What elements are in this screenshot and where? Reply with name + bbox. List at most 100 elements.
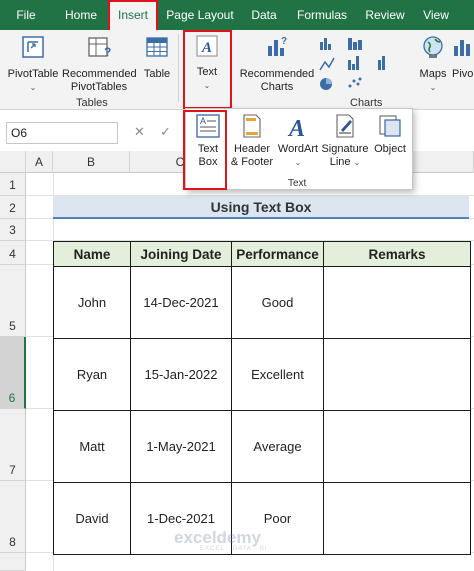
watermark-logo: exceldemy EXCEL · DATA · BI bbox=[174, 528, 268, 552]
tables-group-label: Tables bbox=[76, 97, 108, 109]
pivotchart-icon bbox=[378, 56, 385, 70]
recommended-charts-button[interactable]: ? Recommended Charts bbox=[238, 34, 316, 94]
tab-view[interactable]: View bbox=[418, 0, 454, 30]
line-chart-icon bbox=[319, 57, 335, 71]
text-group-label: Text bbox=[288, 178, 307, 189]
table-row: Matt 1-May-2021 Average bbox=[53, 410, 471, 483]
sheet-title[interactable]: Using Text Box bbox=[53, 196, 469, 219]
header-name[interactable]: Name bbox=[53, 241, 131, 267]
object-icon bbox=[379, 115, 401, 137]
table-row: John 14-Dec-2021 Good bbox=[53, 266, 471, 339]
scatter-chart-icon bbox=[348, 77, 362, 88]
cancel-icon[interactable]: ✕ bbox=[134, 124, 145, 140]
table-header-row: Name Joining Date Performance Remarks bbox=[53, 241, 471, 267]
enter-icon[interactable]: ✓ bbox=[160, 124, 171, 140]
svg-text:?: ? bbox=[281, 36, 287, 47]
row-header-5[interactable]: 5 bbox=[0, 265, 26, 337]
tab-home[interactable]: Home bbox=[56, 0, 106, 30]
recommended-charts-label-2: Charts bbox=[260, 81, 294, 93]
pivottable-button[interactable]: PivotTable ⌄ bbox=[6, 34, 60, 94]
ribbon-tab-bar: File Home Insert Page Layout Data Formul… bbox=[0, 0, 474, 32]
cell-remarks[interactable] bbox=[323, 338, 471, 411]
cell-name[interactable]: John bbox=[53, 266, 131, 339]
text-box-highlight bbox=[183, 110, 227, 190]
watermark-tagline: EXCEL · DATA · BI bbox=[200, 546, 268, 552]
recommended-pivottables-button[interactable]: ? Recommended PivotTables bbox=[62, 34, 137, 94]
tab-formulas[interactable]: Formulas bbox=[292, 0, 352, 30]
cell-joining-date[interactable]: 15-Jan-2022 bbox=[130, 338, 232, 411]
pivottable-label: PivotTable bbox=[7, 68, 59, 80]
cell-name[interactable]: Matt bbox=[53, 410, 131, 483]
chart-type-icons[interactable] bbox=[318, 34, 412, 94]
text-button-highlight bbox=[183, 30, 232, 109]
chevron-down-icon: ⌄ bbox=[29, 83, 37, 92]
data-table: Name Joining Date Performance Remarks Jo… bbox=[53, 241, 471, 555]
maps-button[interactable]: Maps ⌄ bbox=[416, 34, 450, 94]
select-all-corner[interactable] bbox=[0, 151, 26, 173]
object-button[interactable]: Object bbox=[370, 113, 410, 156]
ribbon-separator bbox=[178, 34, 179, 102]
cell-joining-date[interactable]: 14-Dec-2021 bbox=[130, 266, 232, 339]
column-header-b[interactable]: B bbox=[53, 151, 130, 173]
recommended-pivottables-label-2: PivotTables bbox=[70, 81, 128, 93]
tab-review[interactable]: Review bbox=[362, 0, 408, 30]
cell-joining-date[interactable]: 1-May-2021 bbox=[130, 410, 232, 483]
cell-remarks[interactable] bbox=[323, 410, 471, 483]
watermark-brand: exceldemy bbox=[174, 528, 261, 547]
header-performance[interactable]: Performance bbox=[231, 241, 324, 267]
ribbon: PivotTable ⌄ ? Recommended PivotTables T… bbox=[0, 30, 474, 110]
hierarchy-chart-icon bbox=[348, 38, 362, 50]
chevron-down-icon: ⌄ bbox=[294, 158, 302, 167]
svg-text:A: A bbox=[287, 116, 305, 139]
signature-line-label-2: Line ⌄ bbox=[329, 156, 361, 168]
table-icon bbox=[146, 37, 168, 57]
cell-performance[interactable]: Good bbox=[231, 266, 324, 339]
pivotchart-icon bbox=[454, 40, 470, 56]
pie-chart-icon bbox=[320, 78, 332, 90]
row-header-1[interactable]: 1 bbox=[0, 173, 26, 196]
wordart-icon: A bbox=[287, 116, 305, 139]
cell-remarks[interactable] bbox=[323, 266, 471, 339]
statistic-chart-icon bbox=[348, 56, 359, 70]
header-footer-label-1: Header bbox=[233, 143, 271, 155]
cell-performance[interactable]: Average bbox=[231, 410, 324, 483]
maps-label: Maps bbox=[419, 68, 447, 80]
cell-performance[interactable]: Excellent bbox=[231, 338, 324, 411]
tab-file[interactable]: File bbox=[8, 0, 44, 30]
tab-page-layout[interactable]: Page Layout bbox=[164, 0, 236, 30]
recommended-pivottables-icon: ? bbox=[88, 37, 111, 59]
cell-remarks[interactable] bbox=[323, 482, 471, 555]
row-header-2[interactable]: 2 bbox=[0, 196, 26, 219]
row-header-6[interactable]: 6 bbox=[0, 337, 26, 409]
header-remarks[interactable]: Remarks bbox=[323, 241, 471, 267]
tab-insert[interactable]: Insert bbox=[108, 0, 158, 32]
wordart-button[interactable]: A WordArt ⌄ bbox=[276, 113, 320, 169]
table-label: Table bbox=[143, 68, 171, 80]
signature-line-label-1: Signature bbox=[321, 143, 369, 155]
svg-text:?: ? bbox=[104, 45, 111, 59]
cell-name[interactable]: David bbox=[53, 482, 131, 555]
tab-data[interactable]: Data bbox=[244, 0, 284, 30]
table-row: Ryan 15-Jan-2022 Excellent bbox=[53, 338, 471, 411]
pivotchart-button[interactable]: Pivo bbox=[452, 34, 474, 81]
wordart-label: WordArt bbox=[277, 143, 319, 155]
column-header-a[interactable]: A bbox=[26, 151, 53, 173]
row-header-7[interactable]: 7 bbox=[0, 409, 26, 481]
row-header-3[interactable]: 3 bbox=[0, 219, 26, 241]
pivottable-icon bbox=[22, 36, 44, 58]
header-joining-date[interactable]: Joining Date bbox=[130, 241, 232, 267]
row-header-9[interactable] bbox=[0, 553, 26, 571]
table-button[interactable]: Table bbox=[140, 34, 174, 81]
header-footer-icon bbox=[243, 114, 261, 138]
object-label: Object bbox=[374, 143, 406, 155]
row-header-8[interactable]: 8 bbox=[0, 481, 26, 553]
name-box[interactable]: O6 bbox=[6, 122, 118, 144]
header-footer-label-2: & Footer bbox=[230, 156, 274, 168]
recommended-charts-icon: ? bbox=[268, 36, 287, 56]
chevron-down-icon: ⌄ bbox=[429, 83, 437, 92]
column-chart-icon bbox=[320, 38, 331, 50]
signature-line-button[interactable]: Signature Line ⌄ bbox=[320, 113, 370, 169]
row-header-4[interactable]: 4 bbox=[0, 241, 26, 265]
cell-name[interactable]: Ryan bbox=[53, 338, 131, 411]
header-footer-button[interactable]: Header & Footer bbox=[230, 113, 274, 169]
